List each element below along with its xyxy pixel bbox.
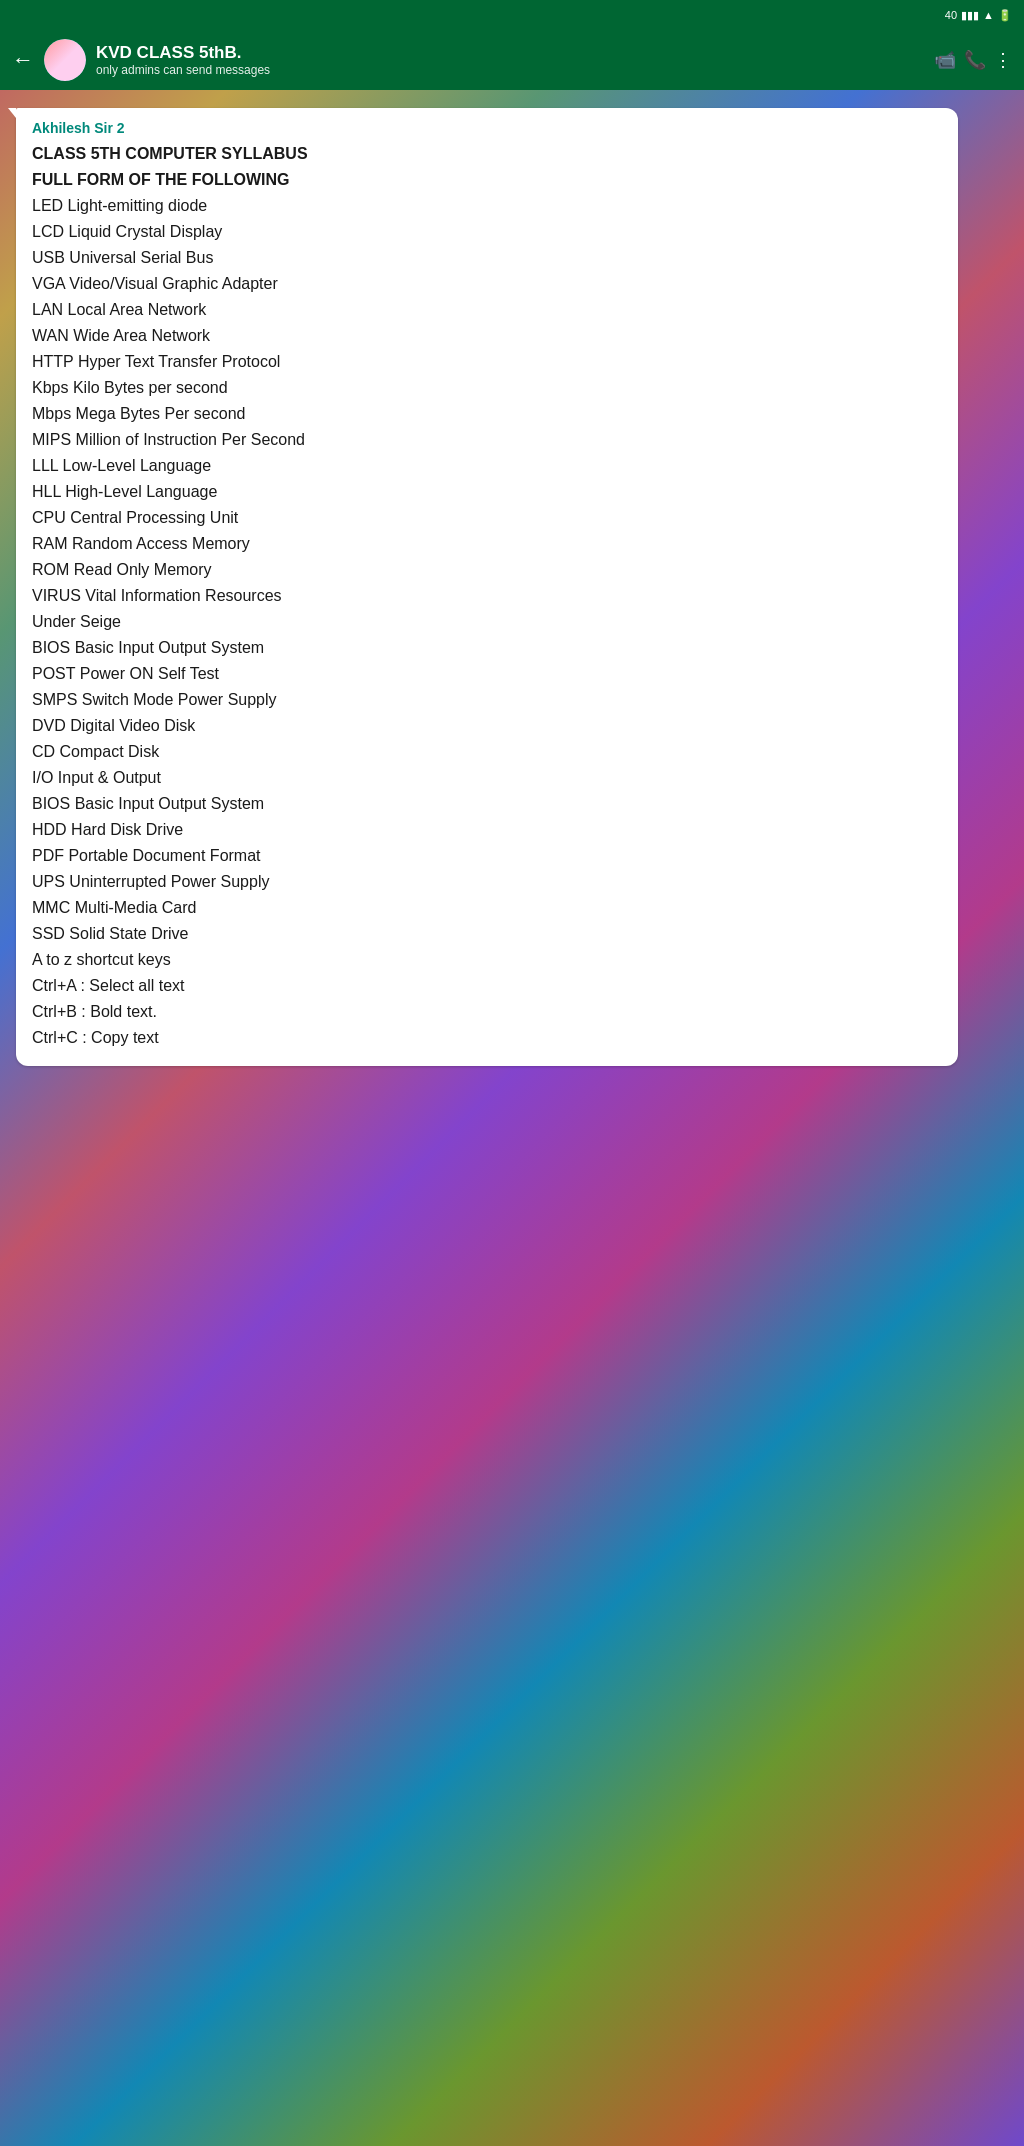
line-11: Mbps Mega Bytes Per second	[32, 402, 942, 426]
chat-title: KVD CLASS 5thB.	[96, 43, 924, 63]
line-4: LCD Liquid Crystal Display	[32, 220, 942, 244]
avatar-image	[44, 39, 86, 81]
message-bubble: Akhilesh Sir 2 CLASS 5TH COMPUTER SYLLAB…	[16, 108, 958, 1066]
phone-container: 40 ▮▮▮ ▲ 🔋 ← KVD CLASS 5thB. only admins…	[0, 0, 1024, 2146]
line-28: PDF Portable Document Format	[32, 844, 942, 868]
status-icons: 40 ▮▮▮ ▲ 🔋	[945, 9, 1012, 22]
line-15: CPU Central Processing Unit	[32, 506, 942, 530]
line-5: USB Universal Serial Bus	[32, 246, 942, 270]
chat-subtitle: only admins can send messages	[96, 63, 924, 77]
line-10: Kbps Kilo Bytes per second	[32, 376, 942, 400]
line-25: I/O Input & Output	[32, 766, 942, 790]
chat-area: Akhilesh Sir 2 CLASS 5TH COMPUTER SYLLAB…	[0, 90, 1024, 2146]
line-26: BIOS Basic Input Output System	[32, 792, 942, 816]
back-button[interactable]: ←	[12, 47, 34, 73]
sender-name: Akhilesh Sir 2	[32, 120, 942, 136]
line-29: UPS Uninterrupted Power Supply	[32, 870, 942, 894]
line-6: VGA Video/Visual Graphic Adapter	[32, 272, 942, 296]
message-content: CLASS 5TH COMPUTER SYLLABUS FULL FORM OF…	[32, 142, 942, 1050]
signal-text: 40	[945, 9, 957, 21]
line-34: Ctrl+B : Bold text.	[32, 1000, 942, 1024]
video-call-icon[interactable]: 📹	[934, 49, 956, 71]
header-actions: 📹 📞 ⋮	[934, 49, 1012, 71]
line-20: BIOS Basic Input Output System	[32, 636, 942, 660]
line-2: FULL FORM OF THE FOLLOWING	[32, 168, 942, 192]
line-17: ROM Read Only Memory	[32, 558, 942, 582]
avatar	[44, 39, 86, 81]
line-23: DVD Digital Video Disk	[32, 714, 942, 738]
line-24: CD Compact Disk	[32, 740, 942, 764]
menu-icon[interactable]: ⋮	[994, 49, 1012, 71]
line-18: VIRUS Vital Information Resources	[32, 584, 942, 608]
signal-icon: ▮▮▮	[961, 9, 979, 22]
line-13: LLL Low-Level Language	[32, 454, 942, 478]
header-info: KVD CLASS 5thB. only admins can send mes…	[96, 43, 924, 77]
line-16: RAM Random Access Memory	[32, 532, 942, 556]
line-14: HLL High-Level Language	[32, 480, 942, 504]
line-22: SMPS Switch Mode Power Supply	[32, 688, 942, 712]
line-8: WAN Wide Area Network	[32, 324, 942, 348]
line-7: LAN Local Area Network	[32, 298, 942, 322]
line-21: POST Power ON Self Test	[32, 662, 942, 686]
line-35: Ctrl+C : Copy text	[32, 1026, 942, 1050]
battery-icon: 🔋	[998, 9, 1012, 22]
wifi-icon: ▲	[983, 9, 994, 21]
status-bar: 40 ▮▮▮ ▲ 🔋	[0, 0, 1024, 30]
line-33: Ctrl+A : Select all text	[32, 974, 942, 998]
line-32: A to z shortcut keys	[32, 948, 942, 972]
line-9: HTTP Hyper Text Transfer Protocol	[32, 350, 942, 374]
line-31: SSD Solid State Drive	[32, 922, 942, 946]
line-30: MMC Multi-Media Card	[32, 896, 942, 920]
line-1: CLASS 5TH COMPUTER SYLLABUS	[32, 142, 942, 166]
chat-header: ← KVD CLASS 5thB. only admins can send m…	[0, 30, 1024, 90]
voice-call-icon[interactable]: 📞	[964, 49, 986, 71]
line-3: LED Light-emitting diode	[32, 194, 942, 218]
line-19: Under Seige	[32, 610, 942, 634]
line-27: HDD Hard Disk Drive	[32, 818, 942, 842]
line-12: MIPS Million of Instruction Per Second	[32, 428, 942, 452]
